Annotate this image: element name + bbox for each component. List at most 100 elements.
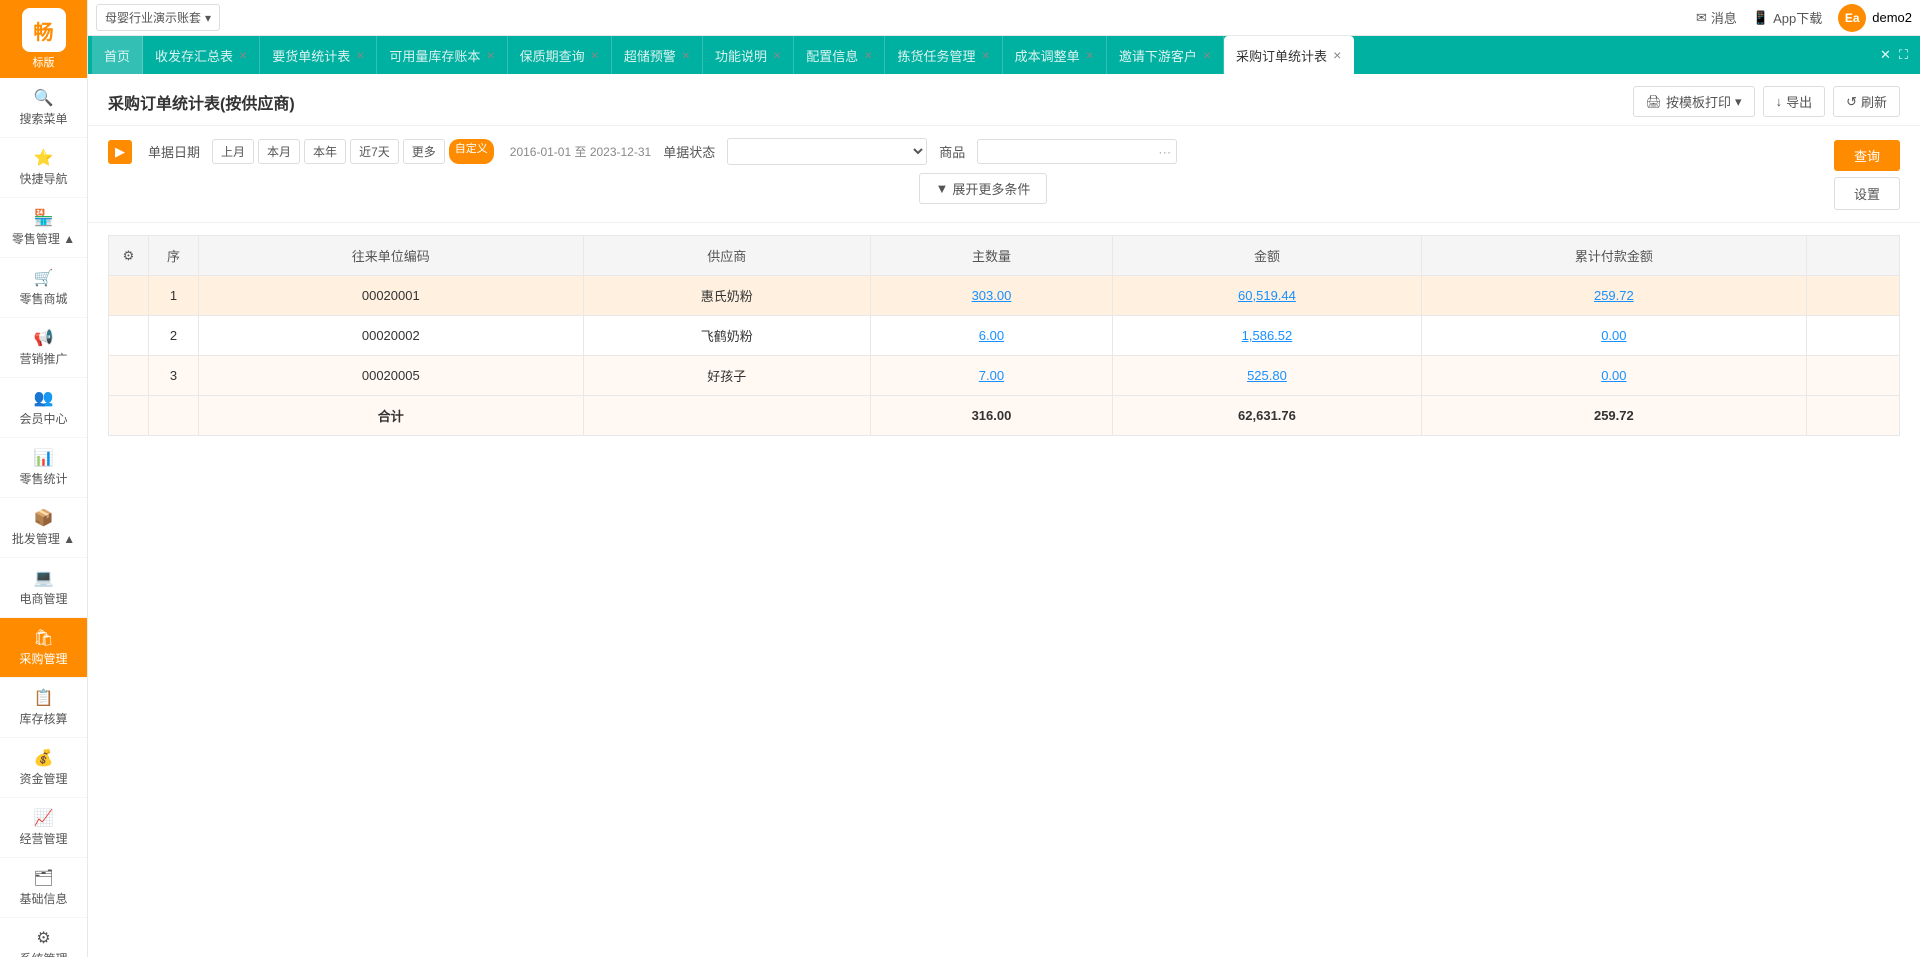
export-button[interactable]: ↓ 导出 <box>1763 86 1826 117</box>
sidebar-item-purchase[interactable]: 🛍采购管理 <box>0 618 87 678</box>
app-download-btn[interactable]: 📱 App下载 <box>1753 8 1822 27</box>
cell-qty-1[interactable]: 6.00 <box>871 316 1113 356</box>
cell-amount-2[interactable]: 525.80 <box>1112 356 1421 396</box>
tab-close-expiry[interactable]: × <box>591 47 599 63</box>
sidebar-label-shortcut: 快捷导航 <box>19 170 67 187</box>
sidebar-item-inventory_mgmt[interactable]: 📋库存核算 <box>0 678 87 738</box>
cell-qty-2[interactable]: 7.00 <box>871 356 1113 396</box>
tab-inventory[interactable]: 可用量库存账本× <box>377 36 507 74</box>
tab-expiry[interactable]: 保质期查询× <box>508 36 612 74</box>
cell-paid-0[interactable]: 259.72 <box>1422 276 1807 316</box>
cell-qty-0[interactable]: 303.00 <box>871 276 1113 316</box>
sidebar-item-retail[interactable]: 🏪零售管理 ▲ <box>0 198 87 258</box>
filter-area: ▶ 单据日期 上月 本月 本年 近7天 更多 自定义 <box>88 126 1920 223</box>
page-actions: 🖨 按模板打印 ▾ ↓ 导出 ↺ 刷新 <box>1633 86 1901 117</box>
tab-close-inventory[interactable]: × <box>486 47 494 63</box>
table-footer-row: 合计 316.00 62,631.76 259.72 <box>109 396 1900 436</box>
cell-extra-0 <box>1806 276 1899 316</box>
sidebar: 畅 标版 🔍搜索菜单⭐快捷导航🏪零售管理 ▲🛒零售商城📢营销推广👥会员中心📊零售… <box>0 0 88 957</box>
tab-label-purchase_stat: 采购订单统计表 <box>1236 46 1327 65</box>
tab-collect[interactable]: 收发存汇总表× <box>143 36 260 74</box>
sidebar-item-operation[interactable]: 📈经营管理 <box>0 798 87 858</box>
table-row[interactable]: 3 00020005 好孩子 7.00 525.80 0.00 <box>109 356 1900 396</box>
table-area: ⚙ 序 往来单位编码 供应商 主数量 金额 累计付款金额 1 00020001 … <box>88 235 1920 456</box>
user-menu[interactable]: Ea demo2 <box>1838 4 1912 32</box>
sidebar-item-retail_stat[interactable]: 📊零售统计 <box>0 438 87 498</box>
sidebar-item-marketing[interactable]: 📢营销推广 <box>0 318 87 378</box>
sidebar-label-wholesale: 批发管理 ▲ <box>12 530 75 547</box>
btn-this-year[interactable]: 本年 <box>304 139 346 164</box>
sidebar-item-ecommerce[interactable]: 💻电商管理 <box>0 558 87 618</box>
retail-icon: 🏪 <box>34 208 54 228</box>
cell-num-2: 3 <box>149 356 199 396</box>
tab-close-invite[interactable]: × <box>1203 47 1211 63</box>
cell-code-2: 00020005 <box>199 356 584 396</box>
status-label: 单据状态 <box>663 142 715 161</box>
tab-invite[interactable]: 邀请下游客户× <box>1107 36 1224 74</box>
sidebar-item-basic[interactable]: 🗂基础信息 <box>0 858 87 918</box>
cell-paid-2[interactable]: 0.00 <box>1422 356 1807 396</box>
tab-close-cost[interactable]: × <box>1086 47 1094 63</box>
message-btn[interactable]: ✉ 消息 <box>1696 8 1737 27</box>
page-title: 采购订单统计表(按供应商) <box>108 90 295 114</box>
tab-close-pick[interactable]: × <box>981 47 989 63</box>
message-icon: ✉ <box>1696 10 1707 26</box>
sidebar-item-retail_shop[interactable]: 🛒零售商城 <box>0 258 87 318</box>
sidebar-label-retail_shop: 零售商城 <box>19 290 67 307</box>
cell-amount-1[interactable]: 1,586.52 <box>1112 316 1421 356</box>
tab-close-help[interactable]: × <box>773 47 781 63</box>
settings-icon[interactable]: ⚙ <box>123 248 135 263</box>
cell-paid-1[interactable]: 0.00 <box>1422 316 1807 356</box>
main-content: 母婴行业演示账套 ▾ ✉ 消息 📱 App下载 Ea demo2 首页收发存汇总… <box>88 0 1920 957</box>
sidebar-item-wholesale[interactable]: 📦批发管理 ▲ <box>0 498 87 558</box>
search-icon: 🔍 <box>34 88 54 108</box>
goods-more-icon[interactable]: ··· <box>1158 144 1171 159</box>
tab-home[interactable]: 首页 <box>92 36 143 74</box>
sidebar-item-member[interactable]: 👥会员中心 <box>0 378 87 438</box>
goods-input[interactable] <box>977 139 1177 164</box>
print-button[interactable]: 🖨 按模板打印 ▾ <box>1633 86 1755 117</box>
sidebar-item-shortcut[interactable]: ⭐快捷导航 <box>0 138 87 198</box>
btn-last-month[interactable]: 上月 <box>212 139 254 164</box>
custom-date-badge[interactable]: 自定义 <box>449 139 494 164</box>
sidebar-item-search[interactable]: 🔍搜索菜单 <box>0 78 87 138</box>
settings-button[interactable]: 设置 <box>1834 177 1900 210</box>
tab-label-config: 配置信息 <box>806 46 858 65</box>
account-dropdown[interactable]: 母婴行业演示账套 ▾ <box>96 4 220 31</box>
query-button[interactable]: 查询 <box>1834 140 1900 171</box>
tab-label-help: 功能说明 <box>715 46 767 65</box>
btn-7days[interactable]: 近7天 <box>350 139 399 164</box>
restore-icon[interactable]: ⛶ <box>1899 47 1908 63</box>
tab-purchase_stat[interactable]: 采购订单统计表 × <box>1224 36 1354 74</box>
tab-close-config[interactable]: × <box>864 47 872 63</box>
expand-more-btn[interactable]: ▼ 展开更多条件 <box>919 173 1048 204</box>
btn-more-date[interactable]: 更多 <box>403 139 445 164</box>
footer-paid-cell: 259.72 <box>1422 396 1807 436</box>
logo[interactable]: 畅 标版 <box>0 0 87 78</box>
tab-config[interactable]: 配置信息 × <box>794 36 885 74</box>
table-header-row: ⚙ 序 往来单位编码 供应商 主数量 金额 累计付款金额 <box>109 236 1900 276</box>
tab-pick[interactable]: 拣货任务管理× <box>885 36 1002 74</box>
tab-close-overstock[interactable]: × <box>682 47 690 63</box>
tab-label-overstock: 超储预警 <box>624 46 676 65</box>
filter-toggle-btn[interactable]: ▶ <box>108 140 132 164</box>
sidebar-item-system[interactable]: ⚙系统管理 <box>0 918 87 957</box>
cell-amount-0[interactable]: 60,519.44 <box>1112 276 1421 316</box>
filter-action-buttons: 查询 设置 <box>1834 138 1900 210</box>
tab-cost[interactable]: 成本调整单× <box>1003 36 1107 74</box>
tab-close-collect[interactable]: × <box>239 47 247 63</box>
tab-overstock[interactable]: 超储预警 × <box>612 36 703 74</box>
tab-close-purchase_stat[interactable]: × <box>1333 47 1341 63</box>
retail_stat-icon: 📊 <box>34 448 54 468</box>
table-row[interactable]: 1 00020001 惠氏奶粉 303.00 60,519.44 259.72 <box>109 276 1900 316</box>
status-select[interactable] <box>727 138 927 165</box>
close-all-icon[interactable]: ✕ <box>1880 47 1891 63</box>
refresh-button[interactable]: ↺ 刷新 <box>1833 86 1900 117</box>
sidebar-item-finance[interactable]: 💰资金管理 <box>0 738 87 798</box>
tab-require[interactable]: 要货单统计表× <box>260 36 377 74</box>
tab-help[interactable]: 功能说明 × <box>703 36 794 74</box>
table-row[interactable]: 2 00020002 飞鹤奶粉 6.00 1,586.52 0.00 <box>109 316 1900 356</box>
btn-this-month[interactable]: 本月 <box>258 139 300 164</box>
th-qty: 主数量 <box>871 236 1113 276</box>
tab-close-require[interactable]: × <box>356 47 364 63</box>
